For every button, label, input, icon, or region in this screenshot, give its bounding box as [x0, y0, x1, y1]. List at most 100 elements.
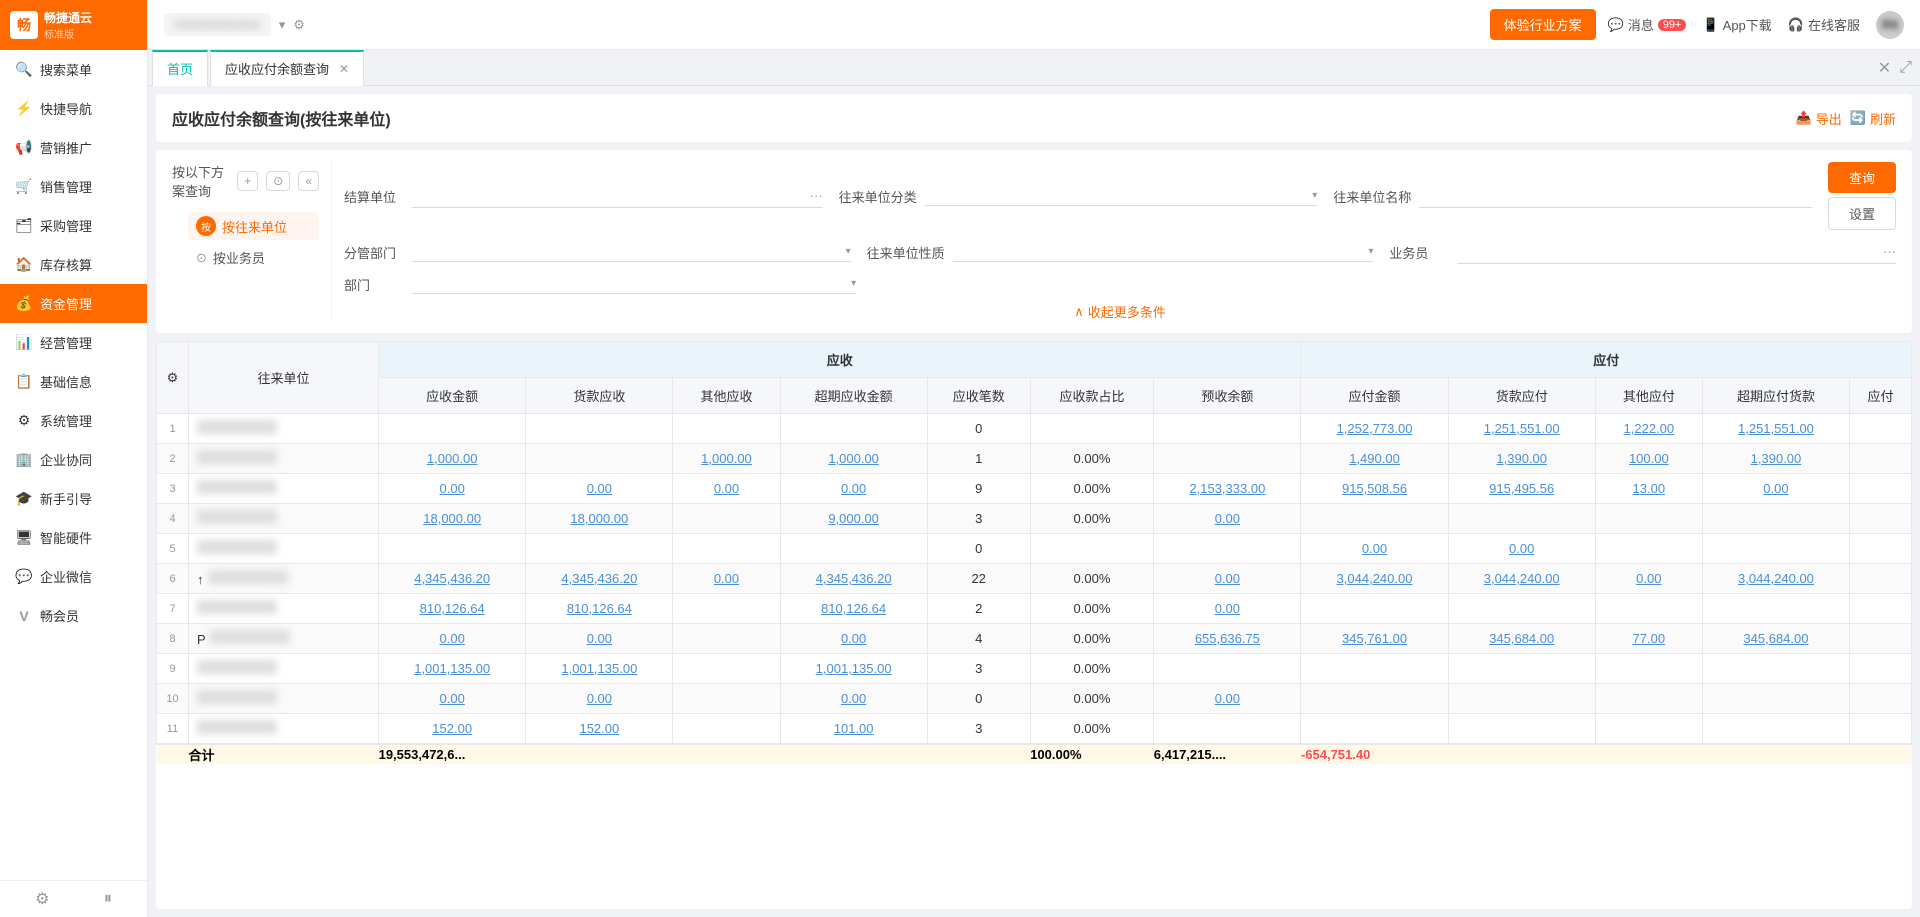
sidebar-item-corp[interactable]: 🏢 企业协同 — [0, 440, 147, 479]
sidebar-item-hardware[interactable]: 🖥 智能硬件 — [0, 518, 147, 557]
subdept-select[interactable]: ▾ — [412, 274, 856, 294]
sales-icon: 🛒 — [16, 179, 32, 195]
salesperson-input[interactable] — [1457, 244, 1883, 259]
filter-left: 按以下方案查询 + ⊙ « 按 按往来单位 ⊙ 按业务员 — [172, 162, 332, 321]
query-buttons: 查询 设置 — [1828, 162, 1896, 230]
filter-right: 结算单位 ··· 往来单位分类 ▾ — [332, 162, 1896, 321]
filter-scheme-by-unit[interactable]: 按 按往来单位 — [188, 212, 319, 240]
online-service-btn[interactable]: 🎧 在线客服 — [1788, 15, 1860, 34]
filter-settings-btn[interactable]: 设置 — [1828, 197, 1896, 230]
dropdown-icon[interactable]: ▾ — [279, 17, 286, 33]
settlement-unit-input[interactable] — [412, 188, 810, 203]
filter-field-unit-category: 往来单位分类 ▾ — [839, 186, 1318, 206]
filter-field-settlement-unit: 结算单位 ··· — [344, 184, 823, 208]
wechat-icon: 💬 — [16, 569, 32, 585]
page-actions: 📤 导出 🔄 刷新 — [1796, 109, 1896, 128]
settings-bottom-icon[interactable]: ⚙ — [35, 889, 49, 909]
salesperson-dots[interactable]: ··· — [1883, 244, 1896, 259]
search-icon: 🔍 — [16, 62, 32, 78]
sidebar-item-inventory[interactable]: 🏠 库存核算 — [0, 245, 147, 284]
footer-ap-amount: -654,751.40 — [1301, 744, 1448, 764]
unit-nature-select[interactable]: ▾ — [953, 242, 1374, 262]
table-row: 11152.00152.00101.0030.00% — [157, 714, 1912, 745]
unit-category-select[interactable]: ▾ — [925, 186, 1318, 206]
logo: 畅 畅捷通云 标准版 — [0, 0, 147, 50]
scheme-staff-icon: ⊙ — [196, 250, 207, 266]
table-row: 7810,126.64810,126.64810,126.6420.00%0.0… — [157, 594, 1912, 624]
hardware-icon: 🖥 — [16, 530, 32, 546]
collapse-more-btn[interactable]: ∧ 收起更多条件 — [344, 302, 1896, 321]
table-row: 101,252,773.001,251,551.001,222.001,251,… — [157, 414, 1912, 444]
export-icon: 📤 — [1796, 110, 1812, 126]
sidebar-item-search[interactable]: 🔍 搜索菜单 — [0, 50, 147, 89]
close-window-icon[interactable]: ✕ — [1878, 58, 1891, 78]
table-row: 100.000.000.0000.00%0.00 — [157, 684, 1912, 714]
collapse-sidebar-icon[interactable]: ⏸ — [104, 890, 112, 908]
guide-icon: 🎓 — [16, 491, 32, 507]
filter-add-btn[interactable]: + — [237, 171, 258, 191]
header-icons: 💬 消息 99+ 📱 App下载 🎧 在线客服 Rit — [1608, 11, 1904, 39]
filter-field-unit-nature: 往来单位性质 ▾ — [867, 242, 1374, 262]
table-row: 418,000.0018,000.009,000.0030.00%0.00 — [157, 504, 1912, 534]
service-icon: 🎧 — [1788, 17, 1804, 33]
member-icon: V — [16, 608, 32, 624]
dept-select[interactable]: ▾ — [412, 242, 851, 262]
table-row: 21,000.001,000.001,000.0010.00%1,490.001… — [157, 444, 1912, 474]
chevron-up-icon: ∧ — [1074, 304, 1084, 320]
unit-name-input[interactable] — [1419, 184, 1812, 208]
table-row: 500.000.00 — [157, 534, 1912, 564]
sidebar-item-sales[interactable]: 🛒 销售管理 — [0, 167, 147, 206]
filter-scheme-manage-btn[interactable]: ⊙ — [266, 171, 290, 191]
chevron-down-dept-icon: ▾ — [846, 246, 851, 257]
lightning-icon: ⚡ — [16, 101, 32, 117]
filter-row-3: 部门 ▾ — [344, 274, 1896, 294]
message-icon: 💬 — [1608, 17, 1624, 33]
sidebar-item-quick[interactable]: ⚡ 快捷导航 — [0, 89, 147, 128]
sidebar-item-purchase[interactable]: 🗂 采购管理 — [0, 206, 147, 245]
tab-close-icon[interactable]: ✕ — [339, 62, 349, 76]
finance-icon: 💰 — [16, 296, 32, 312]
maximize-icon[interactable]: ⤢ — [1899, 59, 1912, 77]
sidebar-item-member[interactable]: V 畅会员 — [0, 596, 147, 635]
marketing-icon: 📢 — [16, 140, 32, 156]
company-name: XXXXXXXXXX — [164, 13, 271, 36]
logo-icon: 畅 — [10, 11, 38, 39]
settlement-unit-dots[interactable]: ··· — [810, 188, 823, 203]
sidebar-item-finance[interactable]: 💰 资金管理 — [0, 284, 147, 323]
settings-col-header[interactable]: ⚙ — [157, 342, 189, 414]
industry-btn[interactable]: 体验行业方案 — [1490, 9, 1596, 40]
filter-field-dept: 分管部门 ▾ — [344, 242, 851, 262]
settings-icon: ⚙ — [167, 370, 179, 385]
filter-field-unit-name: 往来单位名称 — [1333, 184, 1812, 208]
user-avatar[interactable]: Rit — [1876, 11, 1904, 39]
tab-home[interactable]: 首页 — [152, 50, 208, 86]
tab-ar-ap[interactable]: 应收应付余额查询 ✕ — [210, 50, 364, 86]
filter-scheme-by-staff[interactable]: ⊙ 按业务员 — [188, 244, 319, 271]
data-table: ⚙ 往来单位 应收 应付 应收金额 货款应收 其他应收 超期应收金额 应收笔数 … — [156, 341, 1912, 764]
sidebar-bottom: ⚙ ⏸ — [0, 880, 147, 917]
logo-text: 畅捷通云 标准版 — [44, 9, 92, 41]
messages-btn[interactable]: 💬 消息 99+ — [1608, 15, 1687, 34]
sidebar-item-wechat[interactable]: 💬 企业微信 — [0, 557, 147, 596]
sidebar-item-system[interactable]: ⚙ 系统管理 — [0, 401, 147, 440]
filter-field-subdept: 部门 ▾ — [344, 274, 856, 294]
sidebar-item-operation[interactable]: 📊 经营管理 — [0, 323, 147, 362]
export-btn[interactable]: 📤 导出 — [1796, 109, 1842, 128]
page-title: 应收应付余额查询(按往来单位) — [172, 106, 391, 130]
refresh-btn[interactable]: 🔄 刷新 — [1850, 109, 1896, 128]
filter-collapse-btn[interactable]: « — [298, 171, 319, 191]
query-btn[interactable]: 查询 — [1828, 162, 1896, 193]
table-row: 91,001,135.001,001,135.001,001,135.0030.… — [157, 654, 1912, 684]
download-icon: 📱 — [1702, 17, 1718, 33]
app-download-btn[interactable]: 📱 App下载 — [1702, 15, 1771, 34]
sidebar-item-basic[interactable]: 📋 基础信息 — [0, 362, 147, 401]
breadcrumb-area: XXXXXXXXXX ▾ ⚙ — [164, 13, 1478, 36]
filter-schemes: 按 按往来单位 ⊙ 按业务员 — [188, 212, 319, 271]
sidebar-item-marketing[interactable]: 📢 营销推广 — [0, 128, 147, 167]
inventory-icon: 🏠 — [16, 257, 32, 273]
table-row: 6↑4,345,436.204,345,436.200.004,345,436.… — [157, 564, 1912, 594]
main-area: XXXXXXXXXX ▾ ⚙ 体验行业方案 💬 消息 99+ 📱 App下载 🎧… — [148, 0, 1920, 917]
corp-icon: 🏢 — [16, 452, 32, 468]
sidebar-item-guide[interactable]: 🎓 新手引导 — [0, 479, 147, 518]
gear-icon[interactable]: ⚙ — [293, 17, 305, 33]
